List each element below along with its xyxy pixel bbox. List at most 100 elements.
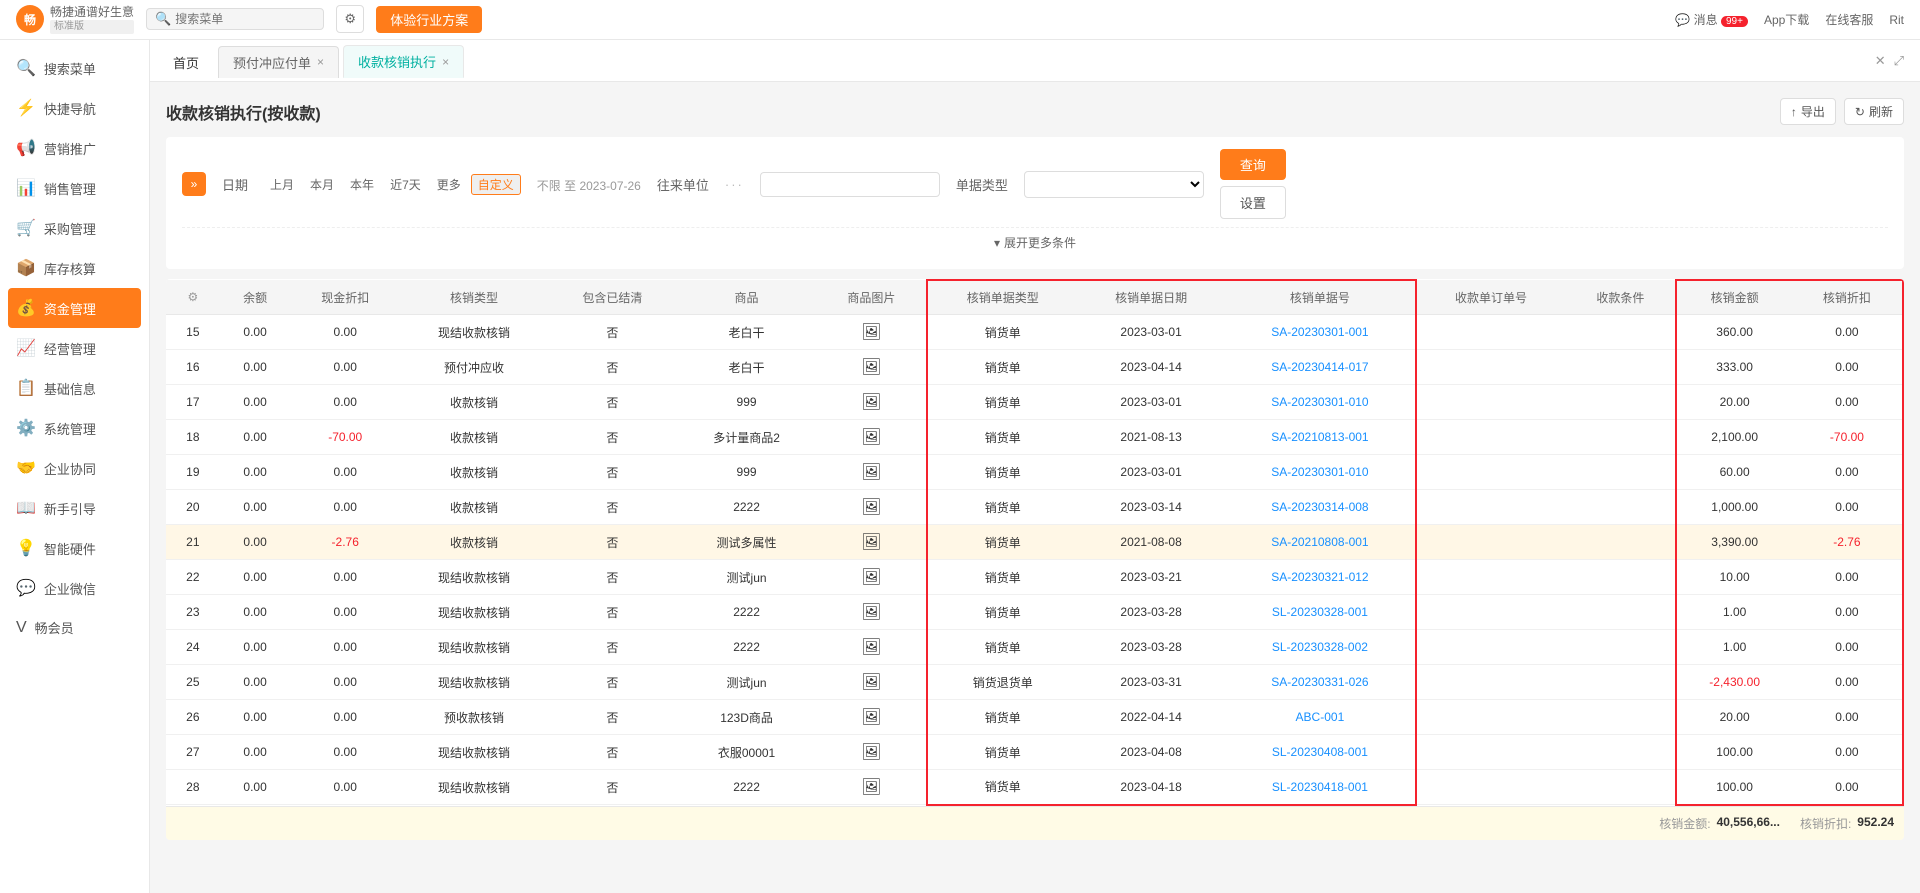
date-btn-last-month[interactable]: 上月 [264, 174, 300, 195]
cell-write-off-amount: 1,000.00 [1676, 490, 1791, 525]
export-button[interactable]: ↑ 导出 [1780, 98, 1836, 125]
cell-goods-img: 🖼 [816, 350, 927, 385]
sidebar-item-sales[interactable]: 📊 销售管理 [0, 168, 149, 208]
page-actions: ↑ 导出 ↻ 刷新 [1780, 98, 1904, 125]
cell-include-settled: 否 [548, 770, 677, 805]
th-doc-type: 核销单据类型 [927, 280, 1077, 315]
date-custom-button[interactable]: 自定义 [471, 174, 521, 195]
cell-write-off-discount: -2.76 [1792, 525, 1903, 560]
doc-no-link[interactable]: SA-20230314-008 [1271, 500, 1368, 514]
th-cash-discount: 现金折扣 [291, 280, 400, 315]
sidebar-item-guide[interactable]: 📖 新手引导 [0, 488, 149, 528]
app-download-link[interactable]: App下载 [1764, 11, 1809, 28]
cell-balance: 0.00 [220, 560, 291, 595]
doc-no-link[interactable]: ABC-001 [1296, 710, 1345, 724]
cell-doc-no: SA-20230321-012 [1225, 560, 1416, 595]
cell-doc-no: SA-20230414-017 [1225, 350, 1416, 385]
cell-write-off-amount: 100.00 [1676, 735, 1791, 770]
search-bar[interactable]: 🔍 [146, 8, 324, 30]
sidebar-item-search[interactable]: 🔍 搜索菜单 [0, 48, 149, 88]
date-btn-this-year[interactable]: 本年 [344, 174, 380, 195]
query-button[interactable]: 查询 [1220, 149, 1286, 180]
doc-no-link[interactable]: SA-20210813-001 [1271, 430, 1368, 444]
filter-expand-button[interactable]: » [182, 172, 206, 196]
cell-goods: 测试多属性 [677, 525, 817, 560]
sidebar-item-quicknav[interactable]: ⚡ 快捷导航 [0, 88, 149, 128]
sidebar-item-hardware[interactable]: 💡 智能硬件 [0, 528, 149, 568]
cell-balance: 0.00 [220, 420, 291, 455]
footer-write-off-amount-label: 核销金额: [1659, 815, 1710, 832]
single-type-select[interactable] [1024, 171, 1204, 198]
doc-no-link[interactable]: SA-20230331-026 [1271, 675, 1368, 689]
tab-prepay[interactable]: 预付冲应付单 × [218, 46, 339, 78]
doc-no-link[interactable]: SA-20230301-001 [1271, 325, 1368, 339]
sidebar-item-collab[interactable]: 🤝 企业协同 [0, 448, 149, 488]
cell-goods-img: 🖼 [816, 770, 927, 805]
sidebar-item-operations[interactable]: 📈 经营管理 [0, 328, 149, 368]
settings-button[interactable]: 设置 [1220, 186, 1286, 219]
date-btn-this-month[interactable]: 本月 [304, 174, 340, 195]
tab-home[interactable]: 首页 [158, 46, 214, 78]
refresh-button[interactable]: ↻ 刷新 [1844, 98, 1904, 125]
expand-conditions[interactable]: ▾ 展开更多条件 [182, 227, 1888, 257]
sidebar-item-system[interactable]: ⚙️ 系统管理 [0, 408, 149, 448]
tab-prepay-close[interactable]: × [317, 55, 324, 69]
doc-no-link[interactable]: SA-20230301-010 [1271, 395, 1368, 409]
cell-goods: 999 [677, 385, 817, 420]
footer-write-off-amount: 核销金额: 40,556,66... [1659, 815, 1780, 832]
user-name: Rit [1889, 13, 1904, 27]
doc-no-link[interactable]: SA-20230301-010 [1271, 465, 1368, 479]
cell-doc-no: SL-20230328-002 [1225, 630, 1416, 665]
cell-write-off-type: 收款核销 [400, 455, 548, 490]
doc-no-link[interactable]: SA-20210808-001 [1271, 535, 1368, 549]
sidebar-item-inventory[interactable]: 📦 库存核算 [0, 248, 149, 288]
doc-no-link[interactable]: SL-20230328-001 [1272, 605, 1368, 619]
table-row: 23 0.00 0.00 现结收款核销 否 2222 🖼 销货单 2023-03… [166, 595, 1903, 630]
cell-write-off-type: 现结收款核销 [400, 315, 548, 350]
sidebar-item-basic-info[interactable]: 📋 基础信息 [0, 368, 149, 408]
cell-write-off-amount: 20.00 [1676, 700, 1791, 735]
table-settings-icon[interactable]: ⚙ [187, 290, 198, 304]
message-icon[interactable]: 💬 消息 99+ [1675, 11, 1748, 28]
cell-write-off-amount: 3,390.00 [1676, 525, 1791, 560]
sidebar-item-member[interactable]: V 畅会员 [0, 608, 149, 647]
cell-cash-discount: 0.00 [291, 665, 400, 700]
tab-writeoff[interactable]: 收款核销执行 × [343, 45, 464, 78]
sidebar-item-finance[interactable]: 💰 资金管理 [8, 288, 141, 328]
cell-write-off-discount: 0.00 [1792, 700, 1903, 735]
sidebar-item-marketing[interactable]: 📢 营销推广 [0, 128, 149, 168]
cell-receipt-cond [1565, 455, 1676, 490]
doc-no-link[interactable]: SA-20230414-017 [1271, 360, 1368, 374]
date-btn-7days[interactable]: 近7天 [384, 174, 427, 195]
doc-no-link[interactable]: SL-20230408-001 [1272, 745, 1368, 759]
cell-doc-no: SL-20230418-001 [1225, 770, 1416, 805]
online-service-link[interactable]: 在线客服 [1825, 11, 1873, 28]
cell-receipt-order [1416, 420, 1566, 455]
table-row: 19 0.00 0.00 收款核销 否 999 🖼 销货单 2023-03-01… [166, 455, 1903, 490]
doc-no-link[interactable]: SL-20230328-002 [1272, 640, 1368, 654]
cell-receipt-order [1416, 560, 1566, 595]
tab-writeoff-close[interactable]: × [442, 55, 449, 69]
doc-no-link[interactable]: SL-20230418-001 [1272, 780, 1368, 794]
date-btn-more[interactable]: 更多 [431, 174, 467, 195]
sidebar-item-purchase[interactable]: 🛒 采购管理 [0, 208, 149, 248]
close-tab-icon[interactable]: ✕ [1875, 53, 1886, 69]
cell-write-off-type: 现结收款核销 [400, 770, 548, 805]
sidebar-item-wechat[interactable]: 💬 企业微信 [0, 568, 149, 608]
gear-button[interactable]: ⚙ [336, 5, 364, 33]
th-settings: ⚙ [166, 280, 220, 315]
cell-doc-type: 销货单 [927, 770, 1077, 805]
cell-receipt-cond [1565, 700, 1676, 735]
from-unit-input[interactable] [760, 172, 940, 197]
guide-icon: 📖 [16, 498, 36, 518]
cell-doc-date: 2021-08-13 [1077, 420, 1225, 455]
doc-no-link[interactable]: SA-20230321-012 [1271, 570, 1368, 584]
search-input[interactable] [175, 12, 315, 26]
sidebar-label-hardware: 智能硬件 [44, 539, 96, 558]
cell-receipt-order [1416, 525, 1566, 560]
cell-balance: 0.00 [220, 665, 291, 700]
expand-tab-icon[interactable]: ⤢ [1894, 53, 1904, 69]
cell-doc-date: 2023-04-08 [1077, 735, 1225, 770]
cell-no: 28 [166, 770, 220, 805]
industry-button[interactable]: 体验行业方案 [376, 6, 482, 33]
